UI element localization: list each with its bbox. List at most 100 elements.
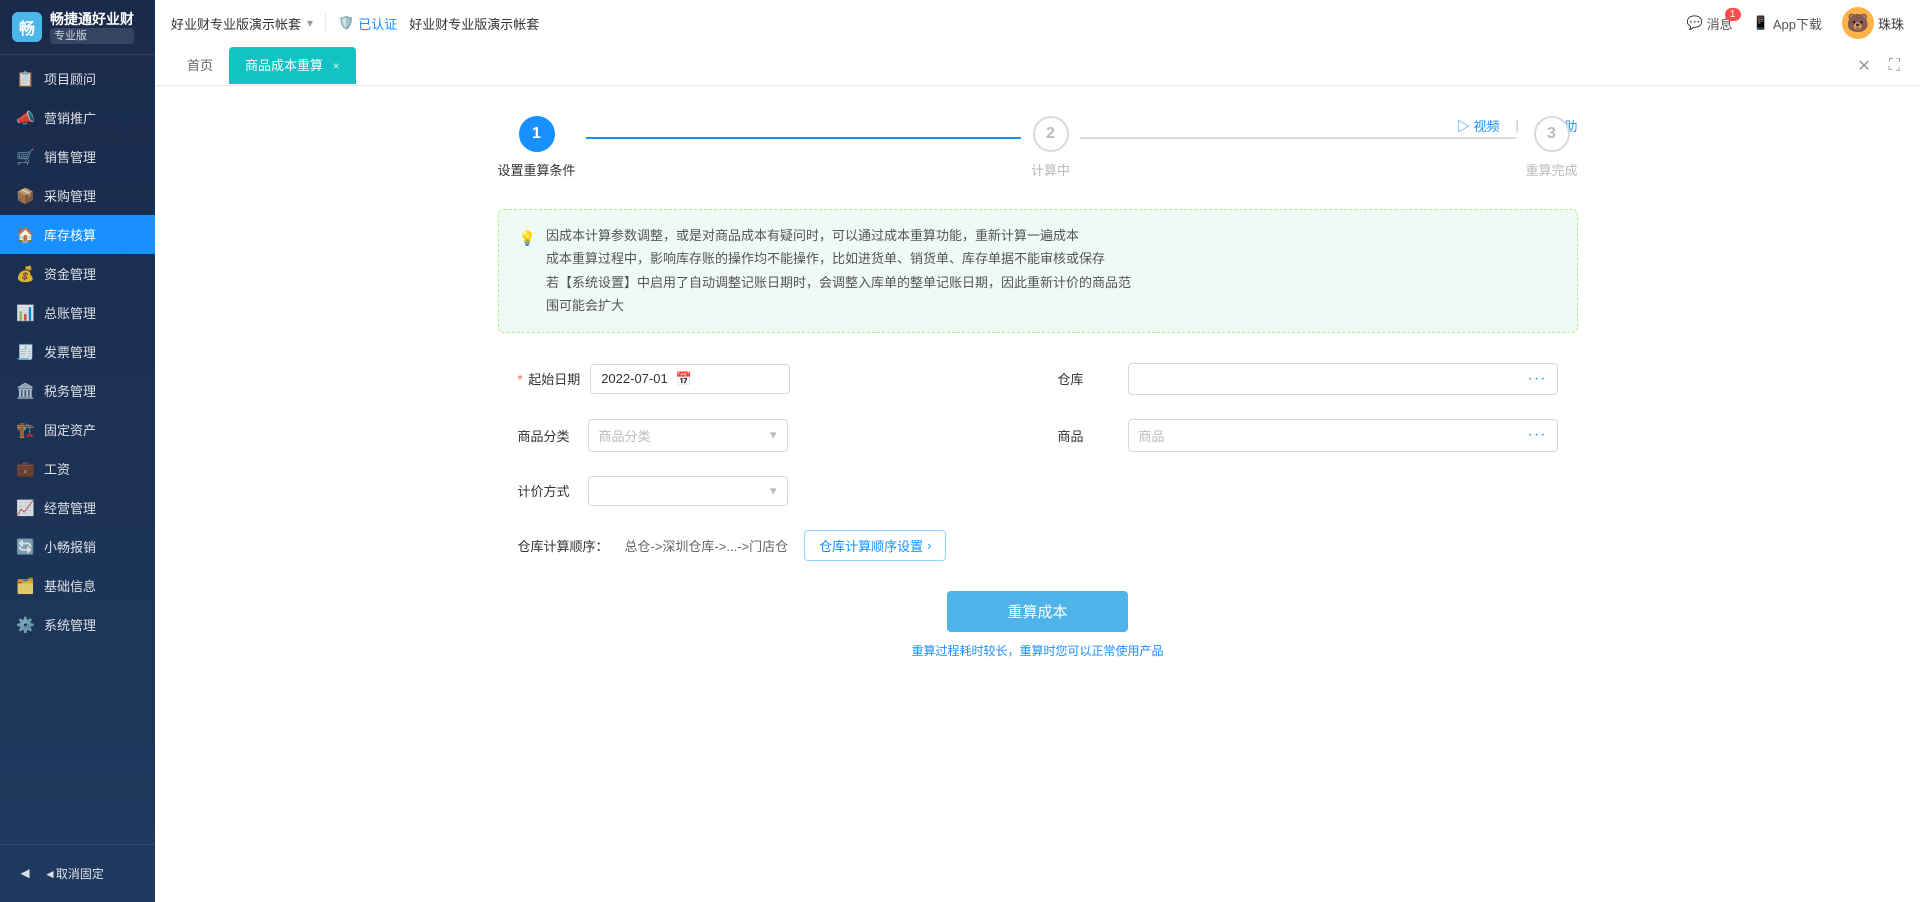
sidebar: 畅 畅捷通好业财 专业版 📋 项目顾问 📣 营销推广 🛒 销售管理 📦 采购管理… bbox=[0, 0, 155, 902]
expense-icon: 🔄 bbox=[16, 538, 34, 556]
sidebar-item-purchase[interactable]: 📦 采购管理 bbox=[0, 176, 155, 215]
sales-icon: 🛒 bbox=[16, 148, 34, 166]
sidebar-item-label: 总账管理 bbox=[44, 303, 96, 322]
sidebar-item-accounting[interactable]: 📊 总账管理 bbox=[0, 293, 155, 332]
step-1: 1 设置重算条件 bbox=[498, 116, 576, 179]
app-download-btn[interactable]: 📱 App下载 bbox=[1753, 14, 1822, 33]
sidebar-item-label: 固定资产 bbox=[44, 420, 96, 439]
sidebar-item-expense[interactable]: 🔄 小畅报销 bbox=[0, 527, 155, 566]
topbar-divider bbox=[325, 13, 326, 33]
step-3-label: 重算完成 bbox=[1526, 160, 1578, 179]
required-star: * bbox=[518, 372, 523, 387]
sidebar-item-label: 经营管理 bbox=[44, 498, 96, 517]
sidebar-item-project[interactable]: 📋 项目顾问 bbox=[0, 59, 155, 98]
sidebar-item-label: 税务管理 bbox=[44, 381, 96, 400]
form-section: * 起始日期 2022-07-01 📅 仓库 ··· bbox=[498, 363, 1578, 659]
sidebar-item-label: 项目顾问 bbox=[44, 69, 96, 88]
sidebar-item-marketing[interactable]: 📣 营销推广 bbox=[0, 98, 155, 137]
warehouse-label: 仓库 bbox=[1058, 369, 1118, 388]
step-line-1 bbox=[586, 137, 1021, 139]
sidebar-item-invoice[interactable]: 🧾 发票管理 bbox=[0, 332, 155, 371]
sidebar-item-sales[interactable]: 🛒 销售管理 bbox=[0, 137, 155, 176]
accounting-icon: 📊 bbox=[16, 304, 34, 322]
sidebar-item-label: 工资 bbox=[44, 459, 70, 478]
form-row-3: 计价方式 ▾ bbox=[518, 476, 1558, 506]
sidebar-unpin-label: ◄取消固定 bbox=[44, 865, 104, 882]
phone-icon: 📱 bbox=[1753, 15, 1769, 31]
submit-area: 重算成本 重算过程耗时较长，重算时您可以正常使用产品 bbox=[518, 591, 1558, 659]
step-3-circle: 3 bbox=[1534, 116, 1570, 152]
form-row-2: 商品分类 商品分类 ▾ 商品 商品 ··· bbox=[518, 419, 1558, 452]
user-profile[interactable]: 🐻 珠珠 bbox=[1842, 7, 1904, 39]
marketing-icon: 📣 bbox=[16, 109, 34, 127]
sidebar-item-finance[interactable]: 💰 资金管理 bbox=[0, 254, 155, 293]
close-window-icon[interactable]: ✕ bbox=[1853, 52, 1874, 80]
sidebar-item-operations[interactable]: 📈 经营管理 bbox=[0, 488, 155, 527]
app-logo-text: 畅捷通好业财 专业版 bbox=[50, 10, 134, 44]
step-2: 2 计算中 bbox=[1031, 116, 1070, 179]
info-icon: 💡 bbox=[519, 226, 536, 318]
project-icon: 📋 bbox=[16, 70, 34, 88]
stepper: 1 设置重算条件 2 计算中 3 重算完成 bbox=[498, 116, 1578, 179]
tab-home[interactable]: 首页 bbox=[171, 47, 229, 84]
app-edition: 专业版 bbox=[50, 28, 134, 44]
shield-icon: 🛡️ bbox=[338, 15, 354, 31]
invoice-icon: 🧾 bbox=[16, 343, 34, 361]
tab-close-icon[interactable]: × bbox=[333, 59, 340, 73]
topbar-actions: 💬 消息 1 📱 App下载 🐻 珠珠 bbox=[1686, 7, 1904, 39]
sidebar-item-basic[interactable]: 🗂️ 基础信息 bbox=[0, 566, 155, 605]
submit-btn[interactable]: 重算成本 bbox=[947, 591, 1127, 632]
topbar-verified-name: 好业财专业版演示帐套 bbox=[409, 14, 539, 33]
pricing-select[interactable]: ▾ bbox=[588, 476, 788, 506]
tabbar-right: ✕ ⛶ bbox=[1853, 52, 1904, 80]
app-brand: 畅捷通好业财 bbox=[50, 10, 134, 28]
start-date-field: * 起始日期 2022-07-01 📅 bbox=[518, 364, 1018, 394]
category-field: 商品分类 商品分类 ▾ bbox=[518, 419, 1018, 452]
warehouse-dots[interactable]: ··· bbox=[1528, 370, 1547, 388]
product-label: 商品 bbox=[1058, 426, 1118, 445]
message-btn[interactable]: 💬 消息 1 bbox=[1686, 14, 1732, 33]
username: 珠珠 bbox=[1878, 14, 1904, 33]
pricing-label: 计价方式 bbox=[518, 481, 578, 500]
sidebar-item-system[interactable]: ⚙️ 系统管理 bbox=[0, 605, 155, 644]
sidebar-item-label: 发票管理 bbox=[44, 342, 96, 361]
tab-recalc[interactable]: 商品成本重算 × bbox=[229, 47, 356, 84]
sidebar-nav: 📋 项目顾问 📣 营销推广 🛒 销售管理 📦 采购管理 🏠 库存核算 💰 资金管… bbox=[0, 55, 155, 844]
avatar: 🐻 bbox=[1842, 7, 1874, 39]
sidebar-item-tax[interactable]: 🏛️ 税务管理 bbox=[0, 371, 155, 410]
sidebar-item-label: 基础信息 bbox=[44, 576, 96, 595]
sidebar-bottom[interactable]: ◄ ◄取消固定 bbox=[0, 844, 155, 902]
sidebar-item-label: 系统管理 bbox=[44, 615, 96, 634]
content-inner: 1 设置重算条件 2 计算中 3 重算完成 bbox=[438, 86, 1638, 689]
form-row-1: * 起始日期 2022-07-01 📅 仓库 ··· bbox=[518, 363, 1558, 395]
start-date-input[interactable]: 2022-07-01 📅 bbox=[590, 364, 790, 394]
category-select[interactable]: 商品分类 ▾ bbox=[588, 419, 788, 452]
payroll-icon: 💼 bbox=[16, 460, 34, 478]
sidebar-item-payroll[interactable]: 💼 工资 bbox=[0, 449, 155, 488]
warehouse-order-settings-btn[interactable]: 仓库计算顺序设置 › bbox=[804, 530, 946, 561]
sidebar-unpin[interactable]: ◄ ◄取消固定 bbox=[0, 855, 155, 892]
purchase-icon: 📦 bbox=[16, 187, 34, 205]
system-icon: ⚙️ bbox=[16, 616, 34, 634]
warehouse-input[interactable]: ··· bbox=[1128, 363, 1558, 395]
step-line-2 bbox=[1080, 137, 1515, 139]
sidebar-item-label: 采购管理 bbox=[44, 186, 96, 205]
video-btn[interactable]: ▷ 视频 bbox=[1457, 116, 1500, 135]
sidebar-item-label: 库存核算 bbox=[44, 225, 96, 244]
product-input[interactable]: 商品 ··· bbox=[1128, 419, 1558, 452]
submit-hint: 重算过程耗时较长，重算时您可以正常使用产品 bbox=[518, 642, 1558, 659]
expand-window-icon[interactable]: ⛶ bbox=[1885, 53, 1904, 79]
warehouse-field: 仓库 ··· bbox=[1058, 363, 1558, 395]
content-area: 1 设置重算条件 2 计算中 3 重算完成 bbox=[155, 86, 1920, 902]
sidebar-item-inventory[interactable]: 🏠 库存核算 bbox=[0, 215, 155, 254]
pricing-chevron-icon: ▾ bbox=[770, 483, 777, 499]
inventory-icon: 🏠 bbox=[16, 226, 34, 244]
assets-icon: 🏗️ bbox=[16, 421, 34, 439]
calendar-icon[interactable]: 📅 bbox=[676, 371, 692, 387]
message-badge: 1 bbox=[1725, 8, 1741, 21]
account-name: 好业财专业版演示帐套 bbox=[171, 14, 301, 33]
sidebar-item-assets[interactable]: 🏗️ 固定资产 bbox=[0, 410, 155, 449]
finance-icon: 💰 bbox=[16, 265, 34, 283]
topbar-account[interactable]: 好业财专业版演示帐套 ▾ bbox=[171, 14, 313, 33]
product-dots[interactable]: ··· bbox=[1528, 426, 1547, 444]
